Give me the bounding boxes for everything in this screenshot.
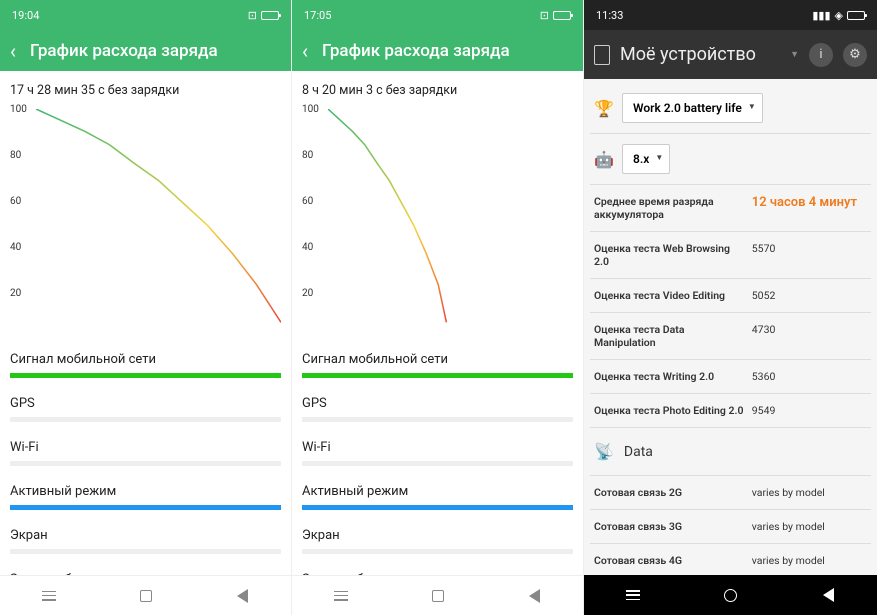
wifi-icon: ◈ <box>835 9 843 22</box>
section-wifi[interactable]: Wi-Fi <box>10 440 281 466</box>
section-wifi[interactable]: Wi-Fi <box>302 440 573 466</box>
nav-back-button[interactable] <box>233 586 253 606</box>
score-row: Оценка теста Web Browsing 2.05570 <box>590 236 871 274</box>
section-gps[interactable]: GPS <box>302 396 573 422</box>
conn-row: Сотовая связь 3Gvaries by model <box>590 514 871 539</box>
score-row: Оценка теста Photo Editing 2.09549 <box>590 398 871 423</box>
battery-panel-1: 19:04 ⊡ ‹ График расхода заряда 17 ч 28 … <box>0 0 292 615</box>
section-cellular[interactable]: Сигнал мобильной сети <box>302 352 573 378</box>
section-screen[interactable]: Экран <box>10 528 281 554</box>
camera-icon: ⊡ <box>248 9 257 22</box>
nav-bar <box>0 575 291 615</box>
body: 🏆 Work 2.0 battery life 🤖 8.x Среднее вр… <box>584 79 877 575</box>
version-selector[interactable]: 8.x <box>622 144 670 174</box>
page-title: Моё устройство <box>620 44 780 65</box>
section-active[interactable]: Активный режим <box>302 484 573 510</box>
status-icons: ▮▮▮ ◈ <box>812 9 865 22</box>
chart-svg <box>36 109 281 334</box>
settings-button[interactable]: ⚙ <box>843 43 867 67</box>
status-time: 11:33 <box>596 9 812 22</box>
status-bar: 19:04 ⊡ <box>0 0 291 30</box>
conn-row: Сотовая связь 4Gvaries by model <box>590 548 871 573</box>
battery-icon <box>553 11 571 20</box>
nav-back-button[interactable] <box>818 585 838 605</box>
nav-home-button[interactable] <box>428 586 448 606</box>
status-bar: 17:05 ⊡ <box>292 0 583 30</box>
page-title: График расхода заряда <box>322 41 510 61</box>
conn-row: Сотовая связь 2Gvaries by model <box>590 480 871 505</box>
duration-text: 8 ч 20 мин 3 с без зарядки <box>292 71 583 104</box>
antenna-icon: 📡 <box>594 442 614 461</box>
chart-svg <box>328 109 573 334</box>
usage-sections: Сигнал мобильной сети GPS Wi-Fi Активный… <box>0 352 291 587</box>
camera-icon: ⊡ <box>540 9 549 22</box>
nav-bar <box>584 575 877 615</box>
device-panel: 11:33 ▮▮▮ ◈ Моё устройство ▼ i ⚙ 🏆 Work … <box>584 0 877 615</box>
device-icon <box>594 45 610 65</box>
section-active[interactable]: Активный режим <box>10 484 281 510</box>
section-gps[interactable]: GPS <box>10 396 281 422</box>
header: Моё устройство ▼ i ⚙ <box>584 30 877 79</box>
battery-icon <box>261 11 279 20</box>
page-title: График расхода заряда <box>30 41 218 61</box>
chart-container: 100 80 60 40 20 <box>0 104 291 334</box>
section-screen[interactable]: Экран <box>302 528 573 554</box>
back-button[interactable]: ‹ <box>10 39 16 63</box>
status-bar: 11:33 ▮▮▮ ◈ <box>584 0 877 30</box>
status-time: 19:04 <box>12 9 248 22</box>
trophy-icon: 🏆 <box>594 99 614 118</box>
nav-home-button[interactable] <box>136 586 156 606</box>
chart-container: 100 80 60 40 20 <box>292 104 583 334</box>
battery-icon <box>847 11 865 20</box>
android-icon: 🤖 <box>594 150 614 169</box>
nav-home-button[interactable] <box>720 585 740 605</box>
nav-menu-button[interactable] <box>623 585 643 605</box>
nav-bar <box>292 575 583 615</box>
usage-sections: Сигнал мобильной сети GPS Wi-Fi Активный… <box>292 352 583 587</box>
duration-text: 17 ч 28 мин 35 с без зарядки <box>0 71 291 104</box>
score-row: Оценка теста Data Manipulation4730 <box>590 317 871 355</box>
section-cellular[interactable]: Сигнал мобильной сети <box>10 352 281 378</box>
signal-icon: ▮▮▮ <box>812 9 830 22</box>
info-button[interactable]: i <box>809 43 833 67</box>
version-selector-row: 🤖 8.x <box>590 138 871 180</box>
status-icons: ⊡ <box>540 9 571 22</box>
battery-chart: 100 80 60 40 20 <box>302 104 573 334</box>
status-icons: ⊡ <box>248 9 279 22</box>
score-row: Оценка теста Video Editing5052 <box>590 283 871 308</box>
data-section-header: 📡 Data <box>590 432 871 471</box>
nav-back-button[interactable] <box>525 586 545 606</box>
back-button[interactable]: ‹ <box>302 39 308 63</box>
nav-menu-button[interactable] <box>331 586 351 606</box>
status-time: 17:05 <box>304 9 540 22</box>
score-row: Оценка теста Writing 2.05360 <box>590 364 871 389</box>
battery-panel-2: 17:05 ⊡ ‹ График расхода заряда 8 ч 20 м… <box>292 0 584 615</box>
header: ‹ График расхода заряда <box>0 30 291 71</box>
battery-chart: 100 80 60 40 20 <box>10 104 281 334</box>
test-selector-row: 🏆 Work 2.0 battery life <box>590 87 871 129</box>
nav-menu-button[interactable] <box>39 586 59 606</box>
avg-discharge-row: Среднее время разряда аккумулятора 12 ча… <box>590 189 871 227</box>
header: ‹ График расхода заряда <box>292 30 583 71</box>
test-selector[interactable]: Work 2.0 battery life <box>622 93 763 123</box>
dropdown-icon[interactable]: ▼ <box>790 49 799 60</box>
